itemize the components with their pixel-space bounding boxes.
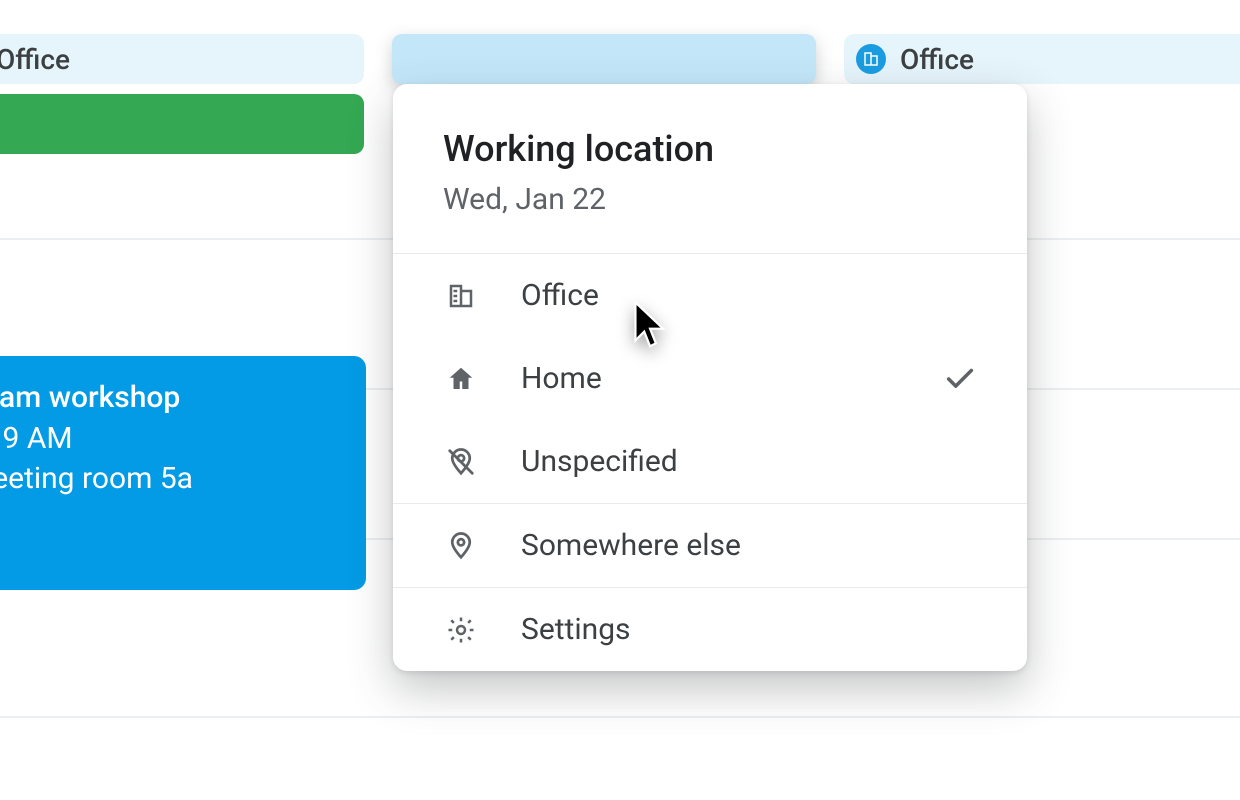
option-label: Somewhere else	[521, 528, 741, 563]
working-location-label: Office	[900, 43, 974, 76]
option-label: Office	[521, 278, 599, 313]
popup-title: Working location	[443, 128, 977, 170]
check-icon	[943, 362, 977, 396]
popup-date: Wed, Jan 22	[443, 182, 977, 217]
event-time: 7–9 AM	[0, 419, 340, 460]
location-option-office[interactable]: Office	[393, 254, 1027, 337]
working-location-popup: Working location Wed, Jan 22 Office Home…	[393, 84, 1027, 671]
office-icon	[856, 44, 886, 74]
working-location-label: Office	[0, 43, 70, 76]
location-option-unspecified[interactable]: Unspecified	[393, 420, 1027, 503]
option-label: Unspecified	[521, 444, 678, 479]
working-location-pill-active[interactable]	[392, 34, 816, 84]
location-pin-icon	[443, 531, 479, 561]
option-label: Home	[521, 361, 602, 396]
location-option-home[interactable]: Home	[393, 337, 1027, 420]
option-label: Settings	[521, 612, 631, 647]
day-column-left: Office	[0, 34, 364, 154]
calendar-event[interactable]: Team workshop 7–9 AM Meeting room 5a	[0, 356, 366, 590]
office-icon	[443, 281, 479, 311]
event-location: Meeting room 5a	[0, 459, 340, 500]
location-option-somewhere-else[interactable]: Somewhere else	[393, 504, 1027, 587]
event-title: Team workshop	[0, 378, 340, 419]
home-icon	[443, 364, 479, 394]
gear-icon	[443, 615, 479, 645]
working-location-pill[interactable]: Office	[844, 34, 1240, 84]
all-day-event[interactable]	[0, 94, 364, 154]
location-off-icon	[443, 447, 479, 477]
popup-header: Working location Wed, Jan 22	[393, 84, 1027, 254]
working-location-pill[interactable]: Office	[0, 34, 364, 84]
settings-option[interactable]: Settings	[393, 588, 1027, 671]
